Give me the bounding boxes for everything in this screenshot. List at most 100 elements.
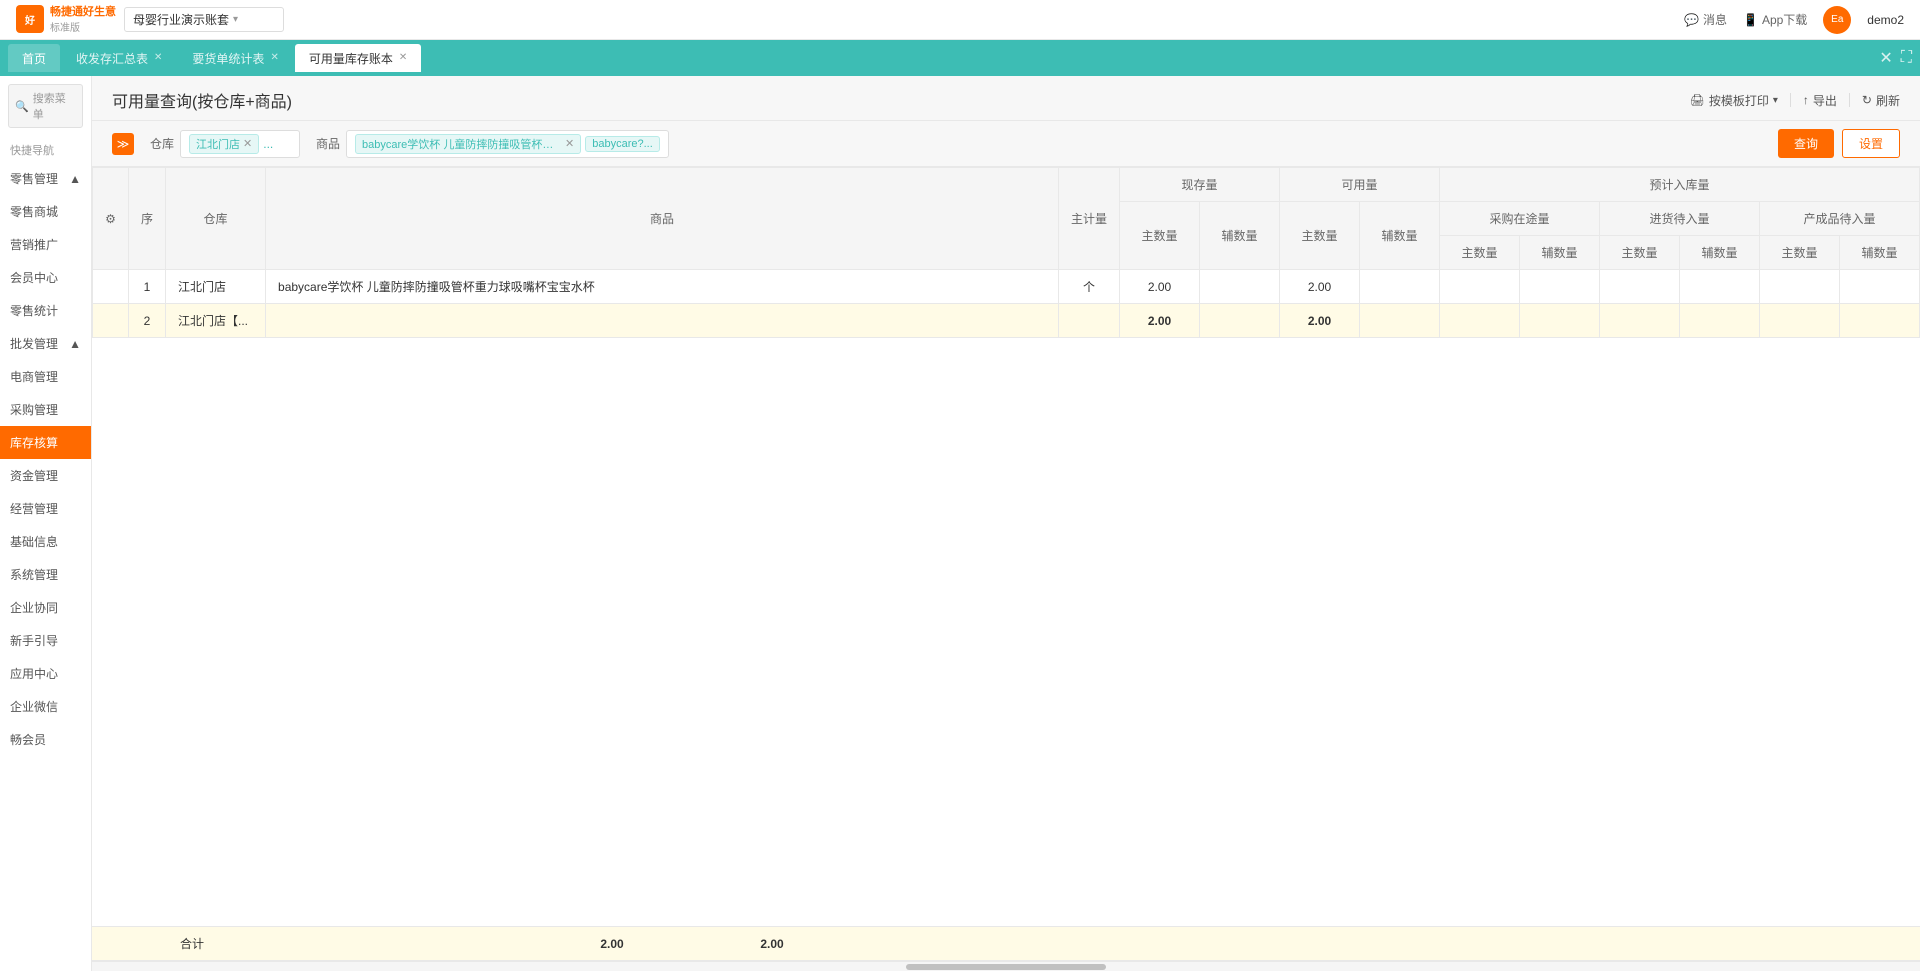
chevron-down-icon: ▾ — [1773, 95, 1778, 106]
th-current-main: 主数量 — [1120, 202, 1200, 270]
product-filter-label: 商品 — [316, 135, 340, 152]
sidebar: 🔍 搜索菜单 快捷导航 零售管理 ▲ 零售商城 营销推广 会员中心 零售统计 批… — [0, 76, 92, 971]
nav-expand-button[interactable]: ⛶ — [1901, 49, 1912, 67]
tab-close-icon[interactable]: ✕ — [270, 53, 278, 63]
template-print-button[interactable]: 🖨 按模板打印 ▾ — [1690, 92, 1778, 109]
product-tag1-text: babycare学饮杯 儿童防摔防撞吸管杯重力球吸嘴杯宝宝水杯 — [362, 136, 562, 152]
th-inbound-main: 主数量 — [1600, 236, 1680, 270]
industry-select[interactable]: 母婴行业演示账套 ▾ — [124, 7, 284, 32]
sidebar-item-wholesale[interactable]: 批发管理 ▲ — [0, 327, 91, 360]
th-product: 商品 — [266, 168, 1059, 270]
avatar-initial: Ea — [1831, 14, 1843, 25]
td-inbound-main — [1600, 270, 1680, 304]
divider — [1849, 93, 1850, 107]
th-purchase-main: 主数量 — [1440, 236, 1520, 270]
td-no: 2 — [129, 304, 166, 338]
warehouse-filter-input[interactable]: 江北门店 ✕ ... — [180, 130, 300, 158]
query-button[interactable]: 查询 — [1778, 129, 1834, 158]
page-header: 可用量查询(按仓库+商品) 🖨 按模板打印 ▾ ↑ 导出 ↻ 刷新 — [92, 76, 1920, 121]
th-purchase-onway: 采购在途量 — [1440, 202, 1600, 236]
tab-available-inventory-label: 可用量库存账本 — [309, 50, 393, 67]
sidebar-search-button[interactable]: 🔍 搜索菜单 — [8, 84, 83, 128]
setting-button[interactable]: 设置 — [1842, 129, 1900, 158]
th-main-unit: 主计量 — [1058, 168, 1119, 270]
td-product-aux — [1840, 304, 1920, 338]
product-tag1-close-icon[interactable]: ✕ — [565, 137, 574, 150]
logo-sub-text: 标准版 — [50, 19, 116, 34]
nav-tabs-actions: ✕ ⛶ — [1879, 48, 1912, 68]
tab-close-icon[interactable]: ✕ — [154, 53, 162, 63]
sidebar-item-enterprise[interactable]: 企业协同 — [0, 591, 91, 624]
th-available-aux: 辅数量 — [1360, 202, 1440, 270]
export-button[interactable]: ↑ 导出 — [1803, 92, 1837, 109]
td-current-main: 2.00 — [1120, 270, 1200, 304]
sidebar-item-basic[interactable]: 基础信息 — [0, 525, 91, 558]
warehouse-more-btn[interactable]: ... — [263, 137, 273, 151]
td-purchase-main — [1440, 304, 1520, 338]
td-settings — [93, 304, 129, 338]
th-product-aux: 辅数量 — [1840, 236, 1920, 270]
td-main-unit — [1058, 304, 1119, 338]
tab-close-icon[interactable]: ✕ — [399, 53, 407, 63]
sidebar-item-label: 资金管理 — [10, 467, 58, 484]
th-available-main: 主数量 — [1280, 202, 1360, 270]
sidebar-item-zero-retail[interactable]: 零售管理 ▲ — [0, 162, 91, 195]
sidebar-item-purchase[interactable]: 采购管理 — [0, 393, 91, 426]
sidebar-item-marketing[interactable]: 营销推广 — [0, 228, 91, 261]
sidebar-item-operation[interactable]: 经营管理 — [0, 492, 91, 525]
tab-home[interactable]: 首页 — [8, 44, 60, 72]
warehouse-filter-label: 仓库 — [150, 135, 174, 152]
horizontal-scrollbar[interactable] — [906, 964, 1106, 970]
td-settings — [93, 270, 129, 304]
print-label: 按模板打印 — [1709, 92, 1769, 109]
th-settings[interactable]: ⚙ — [93, 168, 129, 270]
refresh-label: 刷新 — [1876, 92, 1900, 109]
sidebar-item-label: 应用中心 — [10, 665, 58, 682]
sidebar-item-appcenter[interactable]: 应用中心 — [0, 657, 91, 690]
tab-receive-summary[interactable]: 收发存汇总表 ✕ — [62, 44, 176, 72]
product-tag1: babycare学饮杯 儿童防摔防撞吸管杯重力球吸嘴杯宝宝水杯 ✕ — [355, 134, 581, 154]
refresh-button[interactable]: ↻ 刷新 — [1862, 92, 1900, 109]
nav-close-button[interactable]: ✕ — [1879, 48, 1892, 68]
app-download-button[interactable]: 📱 App下载 — [1743, 11, 1807, 28]
sidebar-item-label: 新手引导 — [10, 632, 58, 649]
warehouse-filter-group: 仓库 江北门店 ✕ ... — [150, 130, 300, 158]
sidebar-item-ecommerce[interactable]: 电商管理 — [0, 360, 91, 393]
sidebar-item-newguide[interactable]: 新手引导 — [0, 624, 91, 657]
sidebar-quick-nav[interactable]: 快捷导航 — [0, 136, 91, 162]
sidebar-item-retail-stat[interactable]: 零售统计 — [0, 294, 91, 327]
sidebar-item-wechat[interactable]: 企业微信 — [0, 690, 91, 723]
sidebar-item-label: 企业协同 — [10, 599, 58, 616]
sidebar-item-inventory[interactable]: 库存核算 — [0, 426, 91, 459]
sidebar-search-label: 搜索菜单 — [33, 90, 76, 122]
filter-expand-button[interactable]: ≫ — [112, 133, 134, 155]
warehouse-tag-close-icon[interactable]: ✕ — [243, 137, 252, 150]
sidebar-item-label: 系统管理 — [10, 566, 58, 583]
sidebar-item-label: 批发管理 — [10, 335, 58, 352]
product-filter-input[interactable]: babycare学饮杯 儿童防摔防撞吸管杯重力球吸嘴杯宝宝水杯 ✕ babyca… — [346, 130, 669, 158]
avatar[interactable]: Ea — [1823, 6, 1851, 34]
sidebar-item-label: 零售商城 — [10, 203, 58, 220]
print-icon: 🖨 — [1690, 93, 1705, 107]
main-layout: 🔍 搜索菜单 快捷导航 零售管理 ▲ 零售商城 营销推广 会员中心 零售统计 批… — [0, 76, 1920, 971]
warehouse-tag-text: 江北门店 — [196, 136, 240, 152]
logo-text-inner: 好 — [25, 12, 35, 27]
logo-text-block: 畅捷通好生意 标准版 — [50, 5, 116, 34]
th-product-waiting: 产成品待入量 — [1760, 202, 1920, 236]
product-filter-group: 商品 babycare学饮杯 儿童防摔防撞吸管杯重力球吸嘴杯宝宝水杯 ✕ bab… — [316, 130, 669, 158]
user-name[interactable]: demo2 — [1867, 13, 1904, 27]
message-button[interactable]: 💬 消息 — [1684, 11, 1727, 28]
footer-available-main: 2.00 — [732, 937, 812, 951]
sidebar-item-member2[interactable]: 畅会员 — [0, 723, 91, 756]
message-label: 消息 — [1703, 11, 1727, 28]
sidebar-item-system[interactable]: 系统管理 — [0, 558, 91, 591]
sidebar-item-member[interactable]: 会员中心 — [0, 261, 91, 294]
sidebar-item-finance[interactable]: 资金管理 — [0, 459, 91, 492]
sidebar-item-label: 营销推广 — [10, 236, 58, 253]
chevron-down-icon: ▾ — [233, 14, 238, 25]
tab-available-inventory[interactable]: 可用量库存账本 ✕ — [295, 44, 421, 72]
sidebar-item-retail-mall[interactable]: 零售商城 — [0, 195, 91, 228]
tab-order-summary[interactable]: 要货单统计表 ✕ — [178, 44, 292, 72]
scrollbar-area — [92, 961, 1920, 971]
quick-nav-label: 快捷导航 — [10, 142, 54, 158]
